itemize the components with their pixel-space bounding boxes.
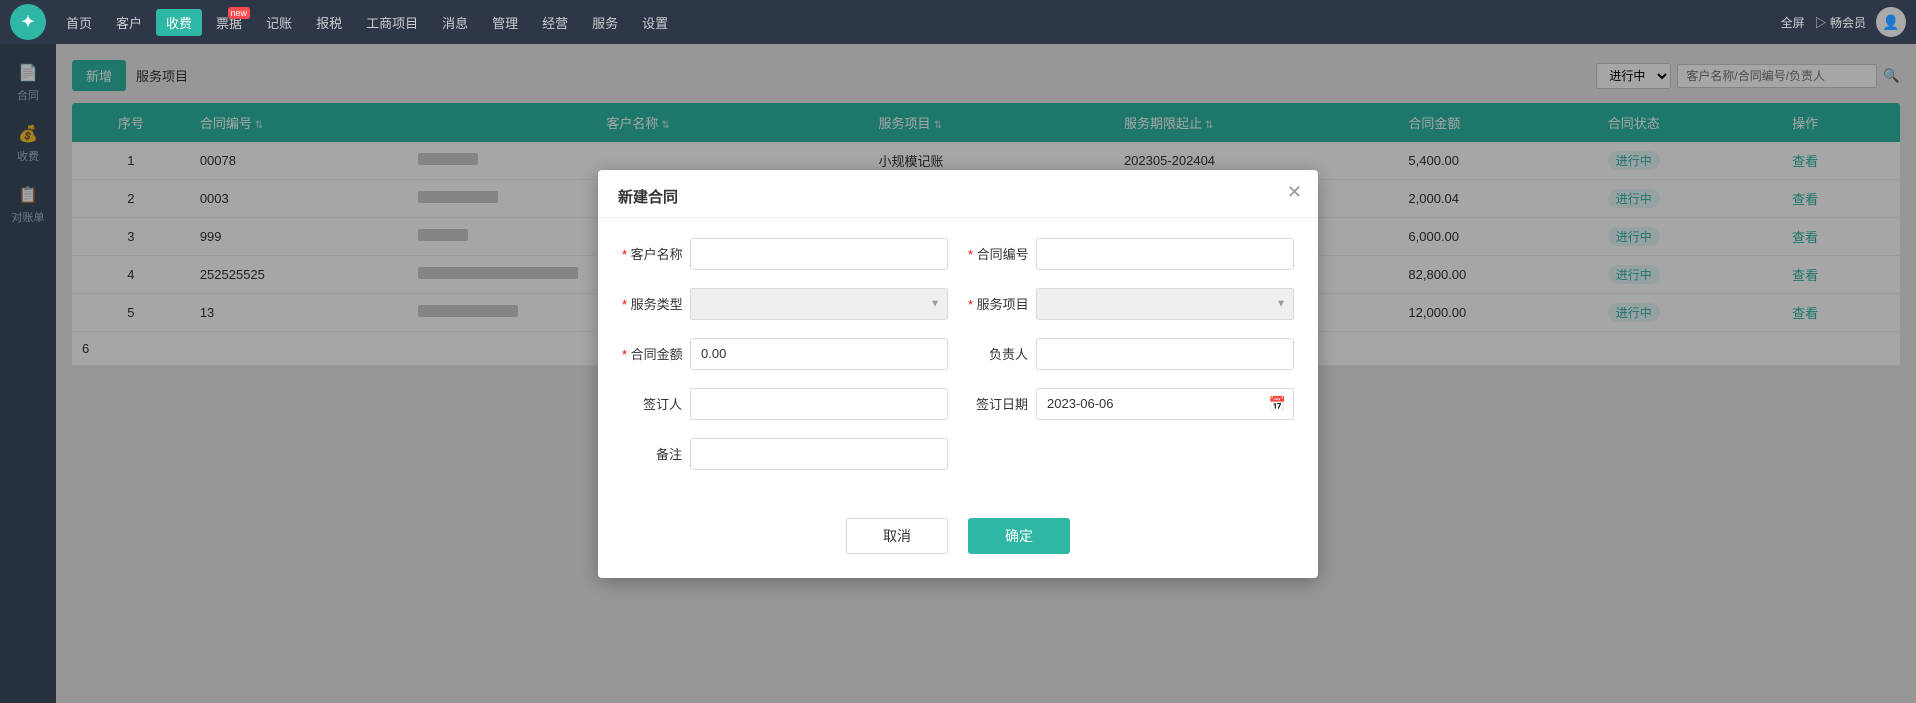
service-type-select[interactable] [690,288,948,320]
service-type-label: 服务类型 [622,294,682,313]
new-badge: new [228,7,251,19]
contract-no-input[interactable] [1036,238,1294,270]
dialog-title: 新建合同 [598,170,1318,218]
form-group-service-type: 服务类型 [622,288,948,320]
form-group-contract-no: 合同编号 [968,238,1294,270]
nav-ticket[interactable]: 票据 new [206,9,252,36]
form-group-sign-date: 签订日期 2023-06-06 📅 [968,388,1294,420]
customer-name-label: 客户名称 [622,244,682,263]
sign-date-input[interactable]: 2023-06-06 [1036,388,1294,420]
nav-tax[interactable]: 报税 [306,9,352,36]
nav-service[interactable]: 服务 [582,9,628,36]
service-item-label: 服务项目 [968,294,1028,313]
customer-name-input[interactable] [690,238,948,270]
dialog-body: 客户名称 合同编号 服务类型 [598,218,1318,508]
service-item-select-wrap [1036,288,1294,320]
amount-label: 合同金额 [622,344,682,363]
sign-date-wrap: 2023-06-06 📅 [1036,388,1294,420]
new-contract-dialog: 新建合同 ✕ 客户名称 合同编号 服务类型 [598,170,1318,578]
nav-account[interactable]: 记账 [256,9,302,36]
responsible-input[interactable] [1036,338,1294,370]
dialog-overlay: 新建合同 ✕ 客户名称 合同编号 服务类型 [0,44,1916,703]
contract-no-label: 合同编号 [968,244,1028,263]
vip-button[interactable]: ▷ 畅会员 [1815,14,1866,31]
fullscreen-button[interactable]: 全屏 [1781,14,1805,31]
nav-message[interactable]: 消息 [432,9,478,36]
dialog-close-button[interactable]: ✕ [1287,182,1302,203]
notes-label: 备注 [622,444,682,463]
responsible-label: 负责人 [968,344,1028,363]
nav-home[interactable]: 首页 [56,9,102,36]
sign-date-label: 签订日期 [968,394,1028,413]
form-group-notes: 备注 [622,438,948,470]
top-nav-right: 全屏 ▷ 畅会员 👤 [1781,7,1906,37]
form-group-amount: 合同金额 0.00 [622,338,948,370]
confirm-button[interactable]: 确定 [968,518,1070,554]
nav-settings[interactable]: 设置 [632,9,678,36]
form-row-1: 客户名称 合同编号 [622,238,1294,270]
app-logo: ✦ [10,4,46,40]
signatory-label: 签订人 [622,394,682,413]
cancel-button[interactable]: 取消 [846,518,948,554]
nav-operation[interactable]: 经营 [532,9,578,36]
service-item-select[interactable] [1036,288,1294,320]
calendar-icon[interactable]: 📅 [1269,395,1286,412]
form-group-customer: 客户名称 [622,238,948,270]
form-row-2: 服务类型 服务项目 [622,288,1294,320]
nav-invoice[interactable]: 收费 [156,9,202,36]
form-group-responsible: 负责人 [968,338,1294,370]
avatar[interactable]: 👤 [1876,7,1906,37]
signatory-input[interactable] [690,388,948,420]
service-type-select-wrap [690,288,948,320]
nav-manage[interactable]: 管理 [482,9,528,36]
form-row-4: 签订人 签订日期 2023-06-06 📅 [622,388,1294,420]
amount-input[interactable]: 0.00 [690,338,948,370]
nav-bizitem[interactable]: 工商项目 [356,9,428,36]
notes-input[interactable] [690,438,948,470]
form-row-3: 合同金额 0.00 负责人 [622,338,1294,370]
form-group-signatory: 签订人 [622,388,948,420]
nav-menu: 首页 客户 收费 票据 new 记账 报税 工商项目 消息 管理 经营 服务 设… [56,9,1781,36]
top-navigation: ✦ 首页 客户 收费 票据 new 记账 报税 工商项目 消息 管理 经营 服务… [0,0,1916,44]
dialog-footer: 取消 确定 [598,508,1318,578]
nav-customer[interactable]: 客户 [106,9,152,36]
form-group-service-item: 服务项目 [968,288,1294,320]
form-row-5: 备注 [622,438,1294,470]
